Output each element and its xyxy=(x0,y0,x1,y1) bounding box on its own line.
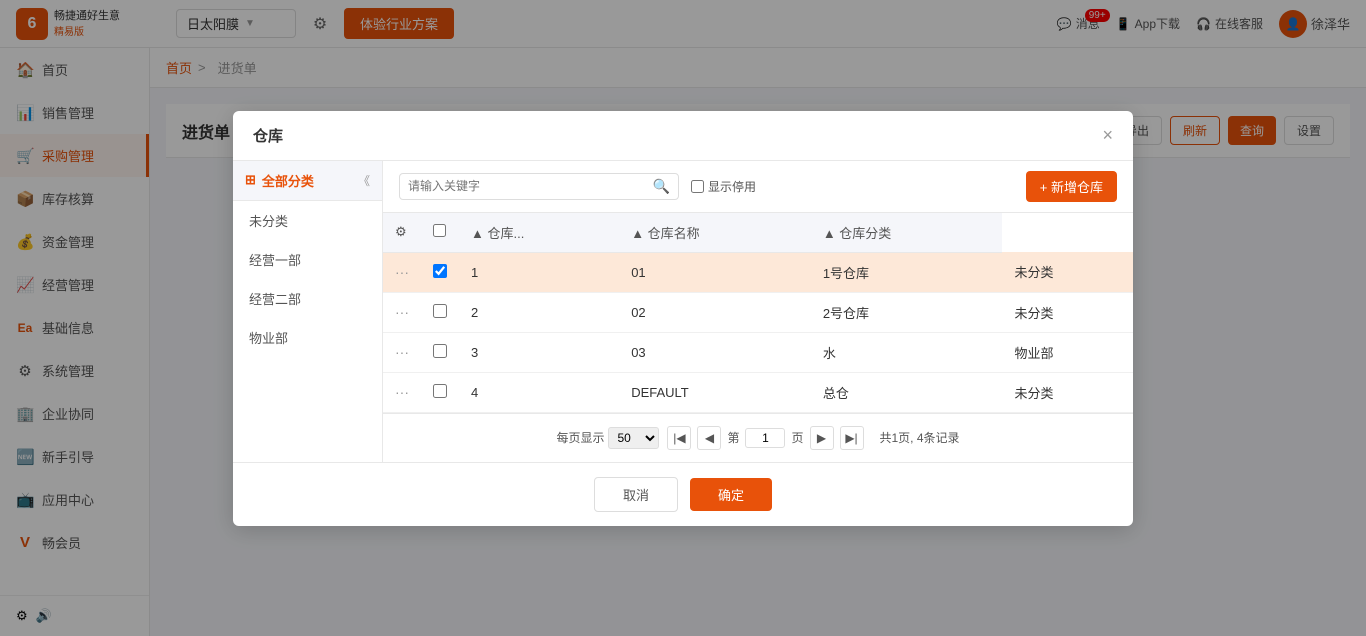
row-index-cell: 1 xyxy=(459,252,619,292)
page-total: 共1页, 4条记录 xyxy=(880,429,960,446)
category-item-operations2[interactable]: 经营二部 xyxy=(233,279,382,318)
select-all-checkbox[interactable] xyxy=(433,224,446,237)
prev-page-button[interactable]: ◀ xyxy=(697,426,721,450)
row-gear-cell: ··· xyxy=(383,332,421,372)
modal-close-button[interactable]: × xyxy=(1102,125,1113,146)
cancel-button[interactable]: 取消 xyxy=(594,477,678,512)
row-checkbox[interactable] xyxy=(433,264,447,278)
row-check-cell xyxy=(421,372,459,412)
col-gear: ⚙ xyxy=(383,213,421,253)
row-index-cell: 2 xyxy=(459,292,619,332)
add-warehouse-button[interactable]: + 新增仓库 xyxy=(1026,171,1117,202)
row-action-icon[interactable]: ··· xyxy=(395,344,409,360)
category-all[interactable]: ⊞ 全部分类 xyxy=(245,171,314,190)
row-name-cell: 总仓 xyxy=(811,372,1003,412)
row-index-cell: 3 xyxy=(459,332,619,372)
row-category-cell: 未分类 xyxy=(1002,292,1133,332)
row-code-cell: 01 xyxy=(619,252,811,292)
table-panel: 🔍 显示停用 + 新增仓库 ⚙ xyxy=(383,161,1133,462)
col-name-header[interactable]: ▲ 仓库名称 xyxy=(619,213,811,253)
row-check-cell xyxy=(421,252,459,292)
row-checkbox[interactable] xyxy=(433,304,447,318)
row-code-cell: 03 xyxy=(619,332,811,372)
category-item-operations1[interactable]: 经营一部 xyxy=(233,240,382,279)
row-name-cell: 水 xyxy=(811,332,1003,372)
modal-header: 仓库 × xyxy=(233,111,1133,161)
page-size-selector: 每页显示 50 10 20 100 xyxy=(556,427,659,449)
row-name-cell: 1号仓库 xyxy=(811,252,1003,292)
modal-body: ⊞ 全部分类 《 未分类 经营一部 经营二部 物业部 🔍 xyxy=(233,161,1133,462)
row-action-icon[interactable]: ··· xyxy=(395,304,409,320)
warehouse-table: ⚙ ▲ 仓库... ▲ 仓库名称 xyxy=(383,213,1133,413)
confirm-button[interactable]: 确定 xyxy=(690,478,772,511)
row-checkbox[interactable] xyxy=(433,384,447,398)
row-code-cell: 02 xyxy=(619,292,811,332)
row-checkbox[interactable] xyxy=(433,344,447,358)
category-panel: ⊞ 全部分类 《 未分类 经营一部 经营二部 物业部 xyxy=(233,161,383,462)
col-checkbox xyxy=(421,213,459,253)
table-row: ··· 4 DEFAULT 总仓 未分类 xyxy=(383,372,1133,412)
row-name-cell: 2号仓库 xyxy=(811,292,1003,332)
search-box: 🔍 xyxy=(399,173,679,200)
search-input[interactable] xyxy=(408,179,653,193)
row-category-cell: 物业部 xyxy=(1002,332,1133,372)
pagination: 每页显示 50 10 20 100 |◀ ◀ 第 页 xyxy=(383,413,1133,462)
grid-icon: ⊞ xyxy=(245,172,256,188)
show-disabled-label: 显示停用 xyxy=(691,178,756,195)
category-item-property[interactable]: 物业部 xyxy=(233,318,382,357)
table-row: ··· 2 02 2号仓库 未分类 xyxy=(383,292,1133,332)
row-action-icon[interactable]: ··· xyxy=(395,384,409,400)
category-item-unclassified[interactable]: 未分类 xyxy=(233,201,382,240)
table-body: ··· 1 01 1号仓库 未分类 ··· 2 02 2号仓库 未分类 ··· xyxy=(383,252,1133,412)
next-page-button[interactable]: ▶ xyxy=(810,426,834,450)
show-disabled-checkbox[interactable] xyxy=(691,180,704,193)
table-toolbar: 🔍 显示停用 + 新增仓库 xyxy=(383,161,1133,213)
row-gear-cell: ··· xyxy=(383,372,421,412)
last-page-button[interactable]: ▶| xyxy=(840,426,864,450)
row-action-icon[interactable]: ··· xyxy=(395,264,409,280)
category-header: ⊞ 全部分类 《 xyxy=(233,161,382,201)
row-category-cell: 未分类 xyxy=(1002,252,1133,292)
data-table: ⚙ ▲ 仓库... ▲ 仓库名称 xyxy=(383,213,1133,413)
search-icon: 🔍 xyxy=(653,178,670,195)
warehouse-modal: 仓库 × ⊞ 全部分类 《 未分类 经营一部 经营二部 物业部 xyxy=(233,111,1133,526)
page-number-input[interactable] xyxy=(745,428,785,448)
col-category-header[interactable]: ▲ 仓库分类 xyxy=(811,213,1003,253)
row-check-cell xyxy=(421,292,459,332)
col-code-header[interactable]: ▲ 仓库... xyxy=(459,213,619,253)
row-index-cell: 4 xyxy=(459,372,619,412)
row-category-cell: 未分类 xyxy=(1002,372,1133,412)
row-gear-cell: ··· xyxy=(383,292,421,332)
modal-overlay: 仓库 × ⊞ 全部分类 《 未分类 经营一部 经营二部 物业部 xyxy=(0,0,1366,636)
table-header-row: ⚙ ▲ 仓库... ▲ 仓库名称 xyxy=(383,213,1133,253)
row-gear-cell: ··· xyxy=(383,252,421,292)
gear-header-icon[interactable]: ⚙ xyxy=(395,224,407,239)
page-size-select[interactable]: 50 10 20 100 xyxy=(608,427,659,449)
table-row: ··· 3 03 水 物业部 xyxy=(383,332,1133,372)
category-collapse-icon[interactable]: 《 xyxy=(358,172,370,189)
page-navigation: |◀ ◀ 第 页 ▶ ▶| xyxy=(667,426,863,450)
modal-title: 仓库 xyxy=(253,125,283,146)
row-check-cell xyxy=(421,332,459,372)
first-page-button[interactable]: |◀ xyxy=(667,426,691,450)
row-code-cell: DEFAULT xyxy=(619,372,811,412)
modal-footer: 取消 确定 xyxy=(233,462,1133,526)
table-row: ··· 1 01 1号仓库 未分类 xyxy=(383,252,1133,292)
